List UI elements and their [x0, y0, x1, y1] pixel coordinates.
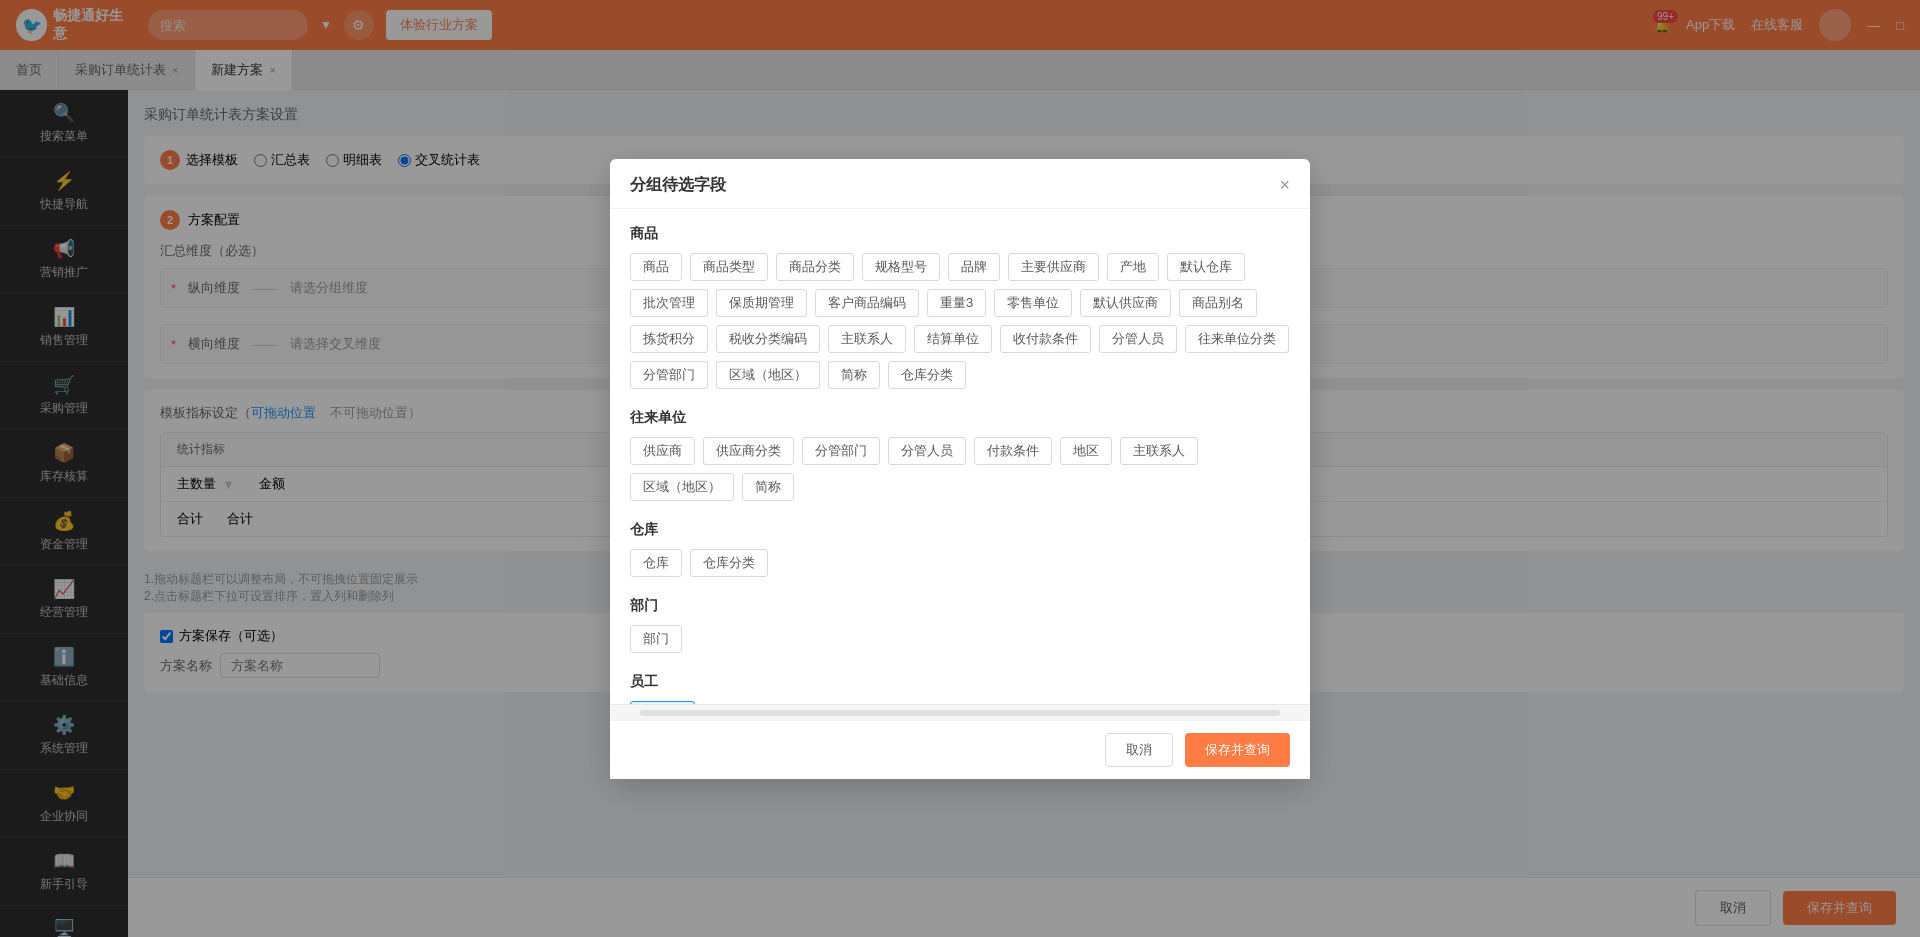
modal-close-button[interactable]: × — [1279, 176, 1290, 194]
section-title-employee: 员工 — [630, 673, 1290, 691]
field-tag[interactable]: 仓库分类 — [888, 361, 966, 389]
field-section-products: 商品 商品 商品类型 商品分类 规格型号 品牌 主要供应商 产地 默认仓库 批次… — [630, 225, 1290, 389]
field-tag[interactable]: 结算单位 — [914, 325, 992, 353]
field-tag[interactable]: 仓库 — [630, 549, 682, 577]
section-title-contacts: 往来单位 — [630, 409, 1290, 427]
field-tag[interactable]: 规格型号 — [862, 253, 940, 281]
field-tag[interactable]: 区域（地区） — [630, 473, 734, 501]
field-tag[interactable]: 客户商品编码 — [815, 289, 919, 317]
field-tag[interactable]: 产地 — [1107, 253, 1159, 281]
modal-overlay: 分组待选字段 × 商品 商品 商品类型 商品分类 规格型号 品牌 主要供应商 产… — [0, 0, 1920, 937]
field-tag[interactable]: 主联系人 — [828, 325, 906, 353]
modal-dialog: 分组待选字段 × 商品 商品 商品类型 商品分类 规格型号 品牌 主要供应商 产… — [610, 159, 1310, 779]
section-title-dept: 部门 — [630, 597, 1290, 615]
field-tag[interactable]: 部门 — [630, 625, 682, 653]
field-tag[interactable]: 分管人员 — [888, 437, 966, 465]
field-tag[interactable]: 往来单位分类 — [1185, 325, 1289, 353]
field-tag[interactable]: 重量3 — [927, 289, 986, 317]
field-tag[interactable]: 默认仓库 — [1167, 253, 1245, 281]
modal-header: 分组待选字段 × — [610, 159, 1310, 209]
field-tag[interactable]: 商品 — [630, 253, 682, 281]
field-tag[interactable]: 仓库分类 — [690, 549, 768, 577]
field-section-warehouse: 仓库 仓库 仓库分类 — [630, 521, 1290, 577]
field-tag[interactable]: 简称 — [742, 473, 794, 501]
field-tag[interactable]: 商品分类 — [776, 253, 854, 281]
field-tags-warehouse: 仓库 仓库分类 — [630, 549, 1290, 577]
modal-cancel-button[interactable]: 取消 — [1105, 733, 1173, 767]
field-tag[interactable]: 分管部门 — [802, 437, 880, 465]
modal-title: 分组待选字段 — [630, 175, 726, 196]
field-tag[interactable]: 拣货积分 — [630, 325, 708, 353]
field-tag[interactable]: 收付款条件 — [1000, 325, 1091, 353]
field-tag[interactable]: 商品类型 — [690, 253, 768, 281]
field-tag[interactable]: 分管人员 — [1099, 325, 1177, 353]
field-section-contacts: 往来单位 供应商 供应商分类 分管部门 分管人员 付款条件 地区 主联系人 区域… — [630, 409, 1290, 501]
field-tag[interactable]: 默认供应商 — [1080, 289, 1171, 317]
field-section-dept: 部门 部门 — [630, 597, 1290, 653]
field-tag[interactable]: 零售单位 — [994, 289, 1072, 317]
field-section-employee: 员工 业务员 — [630, 673, 1290, 704]
field-tag[interactable]: 地区 — [1060, 437, 1112, 465]
field-tag[interactable]: 品牌 — [948, 253, 1000, 281]
field-tag[interactable]: 简称 — [828, 361, 880, 389]
modal-scroll-bottom — [610, 704, 1310, 720]
field-tag[interactable]: 付款条件 — [974, 437, 1052, 465]
field-tag[interactable]: 区域（地区） — [716, 361, 820, 389]
field-tag[interactable]: 供应商分类 — [703, 437, 794, 465]
field-tags-dept: 部门 — [630, 625, 1290, 653]
field-tag[interactable]: 批次管理 — [630, 289, 708, 317]
field-tag[interactable]: 主联系人 — [1120, 437, 1198, 465]
modal-footer: 取消 保存并查询 — [610, 720, 1310, 779]
horizontal-scrollbar[interactable] — [640, 710, 1280, 716]
field-tag[interactable]: 分管部门 — [630, 361, 708, 389]
field-tags-products: 商品 商品类型 商品分类 规格型号 品牌 主要供应商 产地 默认仓库 批次管理 … — [630, 253, 1290, 389]
modal-body: 商品 商品 商品类型 商品分类 规格型号 品牌 主要供应商 产地 默认仓库 批次… — [610, 209, 1310, 704]
field-tag[interactable]: 商品别名 — [1179, 289, 1257, 317]
field-tag[interactable]: 主要供应商 — [1008, 253, 1099, 281]
section-title-products: 商品 — [630, 225, 1290, 243]
modal-save-button[interactable]: 保存并查询 — [1185, 733, 1290, 767]
field-tag[interactable]: 税收分类编码 — [716, 325, 820, 353]
section-title-warehouse: 仓库 — [630, 521, 1290, 539]
field-tag[interactable]: 保质期管理 — [716, 289, 807, 317]
field-tags-contacts: 供应商 供应商分类 分管部门 分管人员 付款条件 地区 主联系人 区域（地区） … — [630, 437, 1290, 501]
field-tag[interactable]: 供应商 — [630, 437, 695, 465]
